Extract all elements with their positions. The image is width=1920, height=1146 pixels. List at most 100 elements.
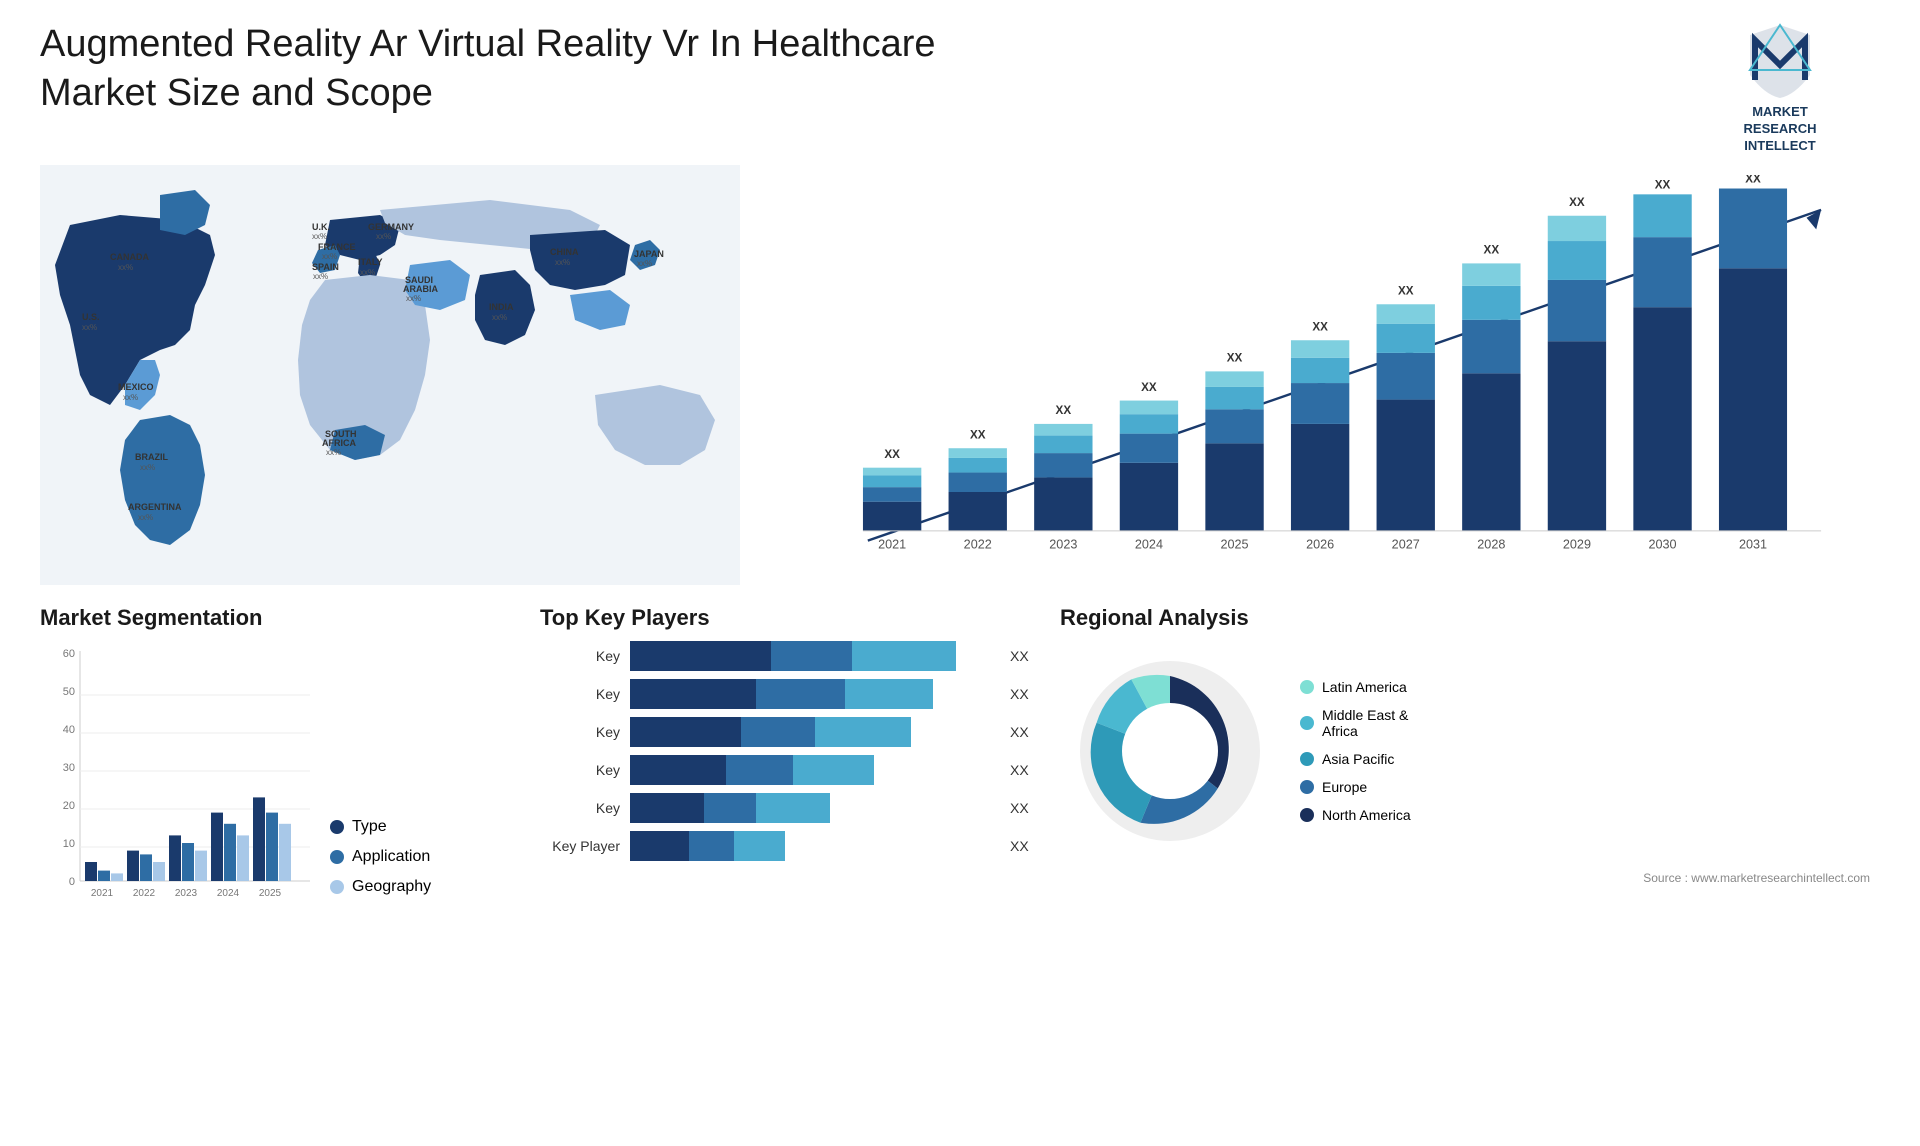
logo-area: MARKETRESEARCHINTELLECT <box>1680 20 1880 155</box>
southafrica-pct: xx% <box>326 448 341 457</box>
japan-label: JAPAN <box>634 249 664 259</box>
segmentation-section: Market Segmentation 0 10 20 30 40 50 <box>40 605 520 926</box>
bar-2021-seg1 <box>863 501 921 530</box>
legend-latin-america: Latin America <box>1300 679 1411 695</box>
player-row-4: Key XX <box>540 755 1040 785</box>
france-label: FRANCE <box>318 242 356 252</box>
bar-2021-seg4 <box>863 467 921 475</box>
player-bar-4 <box>630 755 1000 785</box>
bar-2031-label: XX <box>1745 175 1761 186</box>
player-bar-2 <box>630 679 1000 709</box>
source-line: Source : www.marketresearchintellect.com <box>1060 871 1880 885</box>
page-title: Augmented Reality Ar Virtual Reality Vr … <box>40 20 940 119</box>
segmentation-title: Market Segmentation <box>40 605 520 631</box>
us-label: U.S. <box>82 312 100 322</box>
spain-label: SPAIN <box>312 262 339 272</box>
bar-2025-label: XX <box>1227 351 1243 364</box>
seg-2024-geo <box>237 835 249 881</box>
seg-2022-geo <box>153 862 165 881</box>
year-2021: 2021 <box>878 537 906 551</box>
bar-2023-label: XX <box>1056 404 1072 417</box>
bar-2022-seg3 <box>949 458 1007 473</box>
players-section: Top Key Players Key XX Key <box>540 605 1040 926</box>
bar-2028-label: XX <box>1484 243 1500 256</box>
year-2030: 2030 <box>1648 537 1676 551</box>
player-xx-6: XX <box>1010 838 1040 854</box>
north-america-dot <box>1300 808 1314 822</box>
latin-america-label: Latin America <box>1322 679 1407 695</box>
bar-seg3-3 <box>815 717 911 747</box>
southafrica-label2: AFRICA <box>322 438 356 448</box>
seg-2022-app <box>140 854 152 881</box>
bar-seg3-4 <box>793 755 874 785</box>
legend-asia-pacific: Asia Pacific <box>1300 751 1411 767</box>
seg-2022-type <box>127 850 139 880</box>
bottom-row: Market Segmentation 0 10 20 30 40 50 <box>40 605 1880 926</box>
germany-pct: xx% <box>376 232 391 241</box>
bar-2031-seg1 <box>1719 268 1787 531</box>
type-label: Type <box>352 818 387 836</box>
italy-pct: xx% <box>360 268 375 277</box>
mexico-label: MEXICO <box>118 382 154 392</box>
canada-label: CANADA <box>110 252 149 262</box>
seg-year-2025: 2025 <box>259 888 282 899</box>
player-bar-5 <box>630 793 1000 823</box>
legend-application: Application <box>330 848 431 866</box>
player-xx-5: XX <box>1010 800 1040 816</box>
seg-2021-geo <box>111 873 123 881</box>
bar-2025-seg3 <box>1205 387 1263 409</box>
year-2026: 2026 <box>1306 537 1334 551</box>
mea-dot <box>1300 716 1314 730</box>
logo-text: MARKETRESEARCHINTELLECT <box>1744 104 1817 155</box>
bar-2027-seg4 <box>1377 304 1435 323</box>
brazil-label: BRAZIL <box>135 452 168 462</box>
bar-seg3-1 <box>852 641 956 671</box>
bar-2023-seg1 <box>1034 477 1092 530</box>
player-xx-4: XX <box>1010 762 1040 778</box>
bar-2026-seg2 <box>1291 383 1349 424</box>
player-bar-1 <box>630 641 1000 671</box>
bar-2024-seg3 <box>1120 414 1178 433</box>
bar-2023-seg2 <box>1034 453 1092 477</box>
world-map: CANADA xx% U.S. xx% MEXICO xx% BRAZIL xx… <box>40 165 740 585</box>
uk-pct: xx% <box>312 232 327 241</box>
legend-type: Type <box>330 818 431 836</box>
player-row-1: Key XX <box>540 641 1040 671</box>
bar-2021-label: XX <box>884 448 900 461</box>
germany-label: GERMANY <box>368 222 414 232</box>
bar-2027-label: XX <box>1398 284 1414 297</box>
bar-2029-seg1 <box>1548 341 1606 531</box>
mexico-pct: xx% <box>123 393 138 402</box>
regional-title: Regional Analysis <box>1060 605 1880 631</box>
saudi-label2: ARABIA <box>403 284 438 294</box>
india-pct: xx% <box>492 313 507 322</box>
player-row-3: Key XX <box>540 717 1040 747</box>
seg-2025-geo <box>279 823 291 880</box>
y-label-10: 10 <box>63 838 75 850</box>
year-2025: 2025 <box>1220 537 1248 551</box>
bar-2028-seg1 <box>1462 373 1520 531</box>
bar-seg2-6 <box>689 831 733 861</box>
bar-seg1-1 <box>630 641 771 671</box>
bar-2028-seg2 <box>1462 319 1520 373</box>
regional-section: Regional Analysis <box>1060 605 1880 926</box>
regional-legend: Latin America Middle East &Africa Asia P… <box>1300 679 1411 823</box>
bar-2022-label: XX <box>970 428 986 441</box>
y-label-30: 30 <box>63 762 75 774</box>
player-xx-2: XX <box>1010 686 1040 702</box>
saudi-pct: xx% <box>406 294 421 303</box>
bar-2023-seg3 <box>1034 435 1092 453</box>
player-xx-3: XX <box>1010 724 1040 740</box>
argentina-label: ARGENTINA <box>128 502 182 512</box>
year-2024: 2024 <box>1135 537 1163 551</box>
bar-2021-seg3 <box>863 475 921 487</box>
bar-chart-section: XX XX XX XX <box>770 165 1880 585</box>
bar-2030-seg2 <box>1633 237 1691 307</box>
bar-2026-seg1 <box>1291 424 1349 531</box>
bar-2027-seg1 <box>1377 399 1435 530</box>
y-label-50: 50 <box>63 686 75 698</box>
player-row-5: Key XX <box>540 793 1040 823</box>
bar-seg2-5 <box>704 793 756 823</box>
seg-year-2021: 2021 <box>91 888 114 899</box>
donut-svg <box>1060 641 1280 861</box>
